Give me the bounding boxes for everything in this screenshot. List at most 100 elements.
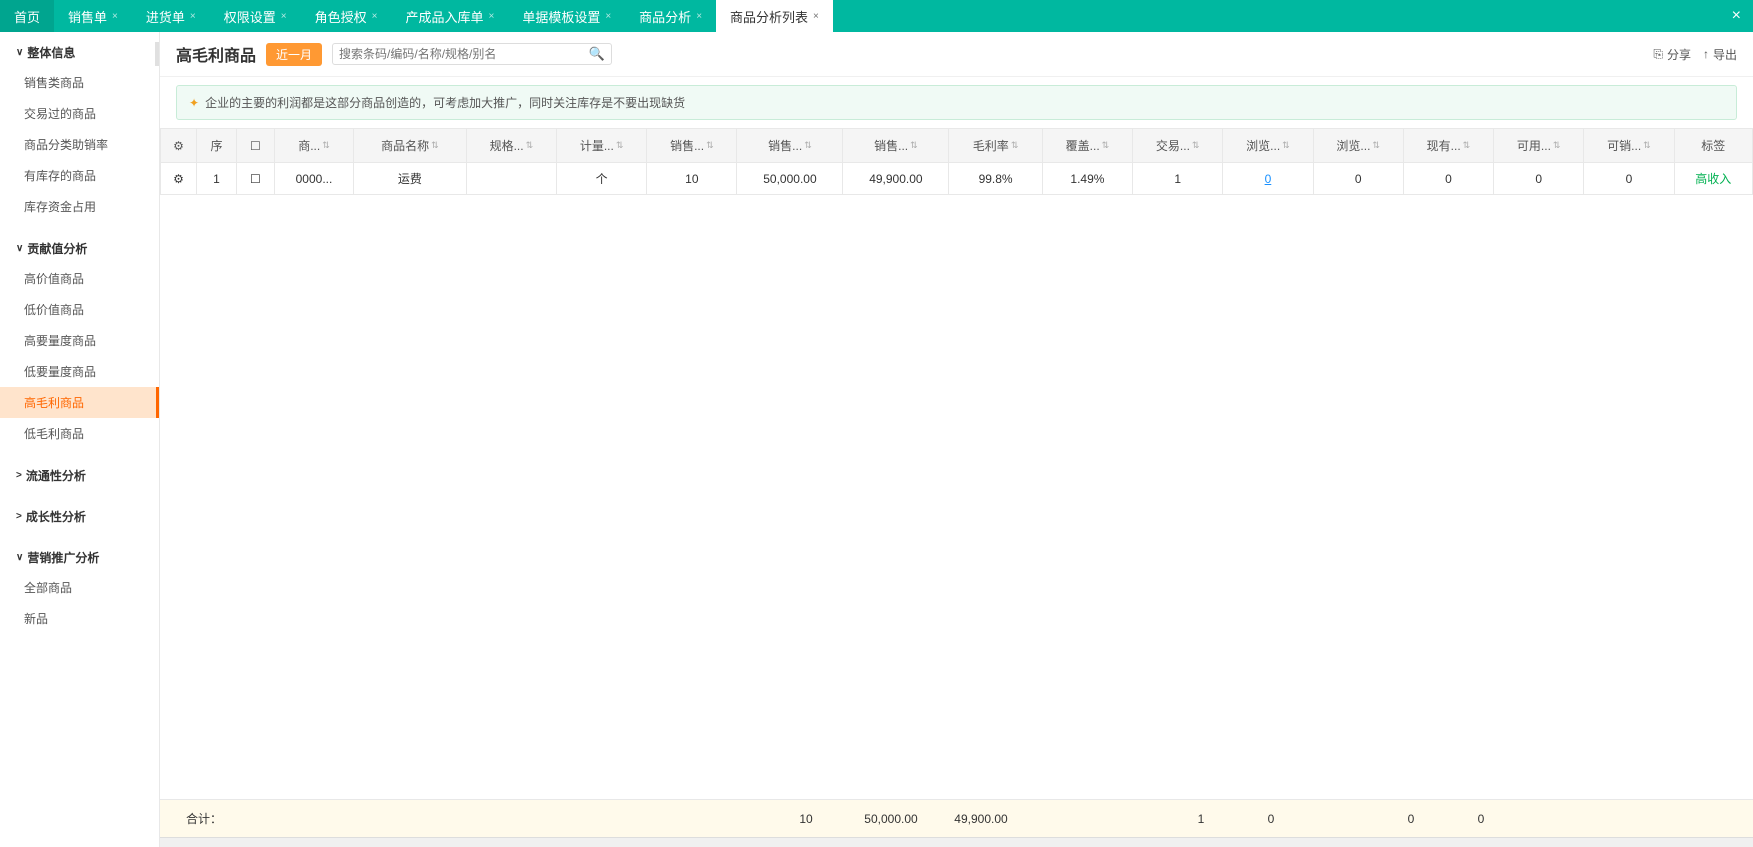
header-actions: ⎘ 分享 ↑ 导出 [1653, 46, 1737, 63]
sidebar-item-新品[interactable]: 新品 [0, 603, 159, 634]
nav-item-角色授权[interactable]: 角色授权× [301, 0, 392, 32]
nav-item-单据模板设置[interactable]: 单据模板设置× [508, 0, 625, 32]
checkbox: ☐ [236, 163, 274, 195]
footer-cell-3 [526, 812, 646, 826]
nav-item-首页[interactable]: 首页 [0, 0, 54, 32]
footer-cell-10 [1096, 812, 1166, 826]
name: 运费 [354, 163, 467, 195]
sidebar-group-header[interactable]: >成长性分析 [0, 502, 159, 531]
unit: 个 [556, 163, 646, 195]
footer-cell-0 [396, 812, 436, 826]
sidebar-item-全部商品[interactable]: 全部商品 [0, 572, 159, 603]
sidebar-item-库存资金占用[interactable]: 库存资金占用 [0, 191, 159, 222]
sidebar-item-高毛利商品[interactable]: 高毛利商品 [0, 387, 159, 418]
nav-close-icon[interactable]: × [190, 11, 196, 22]
col-header-6[interactable]: 销售...⇅ [647, 129, 737, 163]
nav-item-销售单[interactable]: 销售单× [54, 0, 132, 32]
seq: 1 [197, 163, 237, 195]
tag: 高收入 [1674, 163, 1752, 195]
nav-item-商品分析[interactable]: 商品分析× [625, 0, 716, 32]
col-settings[interactable]: ⚙ [161, 129, 197, 163]
sidebar-collapse-button[interactable]: « [155, 42, 160, 66]
col-header-12[interactable]: 浏览...⇅ [1223, 129, 1313, 163]
col-header-16[interactable]: 可销...⇅ [1584, 129, 1674, 163]
footer-cell-5 [706, 812, 766, 826]
nav-close-icon[interactable]: × [488, 11, 494, 22]
sidebar-group-header[interactable]: ∨贡献值分析 [0, 234, 159, 263]
sidebar-item-高要量度商品[interactable]: 高要量度商品 [0, 325, 159, 356]
sidebar-group-header[interactable]: ∨整体信息 [0, 38, 159, 67]
sidebar-group-header[interactable]: ∨营销推广分析 [0, 543, 159, 572]
sort-icon: ⇅ [1372, 140, 1380, 151]
sidebar-group-header[interactable]: >流通性分析 [0, 461, 159, 490]
share-label: 分享 [1667, 46, 1691, 63]
arrow-icon: > [16, 511, 22, 522]
col-header-4[interactable]: 规格...⇅ [466, 129, 556, 163]
share-icon: ⎘ [1653, 47, 1663, 62]
nav-close-icon[interactable]: × [281, 11, 287, 22]
sidebar-group-成长性分析: >成长性分析 [0, 496, 159, 537]
footer-cell-11: 1 [1166, 812, 1236, 826]
search-input[interactable] [339, 47, 589, 61]
sidebar-item-有库存的商品[interactable]: 有库存的商品 [0, 160, 159, 191]
footer-cell-1 [436, 812, 466, 826]
col-header-9[interactable]: 毛利率⇅ [949, 129, 1042, 163]
col-header-13[interactable]: 浏览...⇅ [1313, 129, 1403, 163]
col-header-8[interactable]: 销售...⇅ [843, 129, 949, 163]
sidebar-group-贡献值分析: ∨贡献值分析高价值商品低价值商品高要量度商品低要量度商品高毛利商品低毛利商品 [0, 228, 159, 455]
info-icon: ✦ [189, 96, 199, 110]
col-header-1: ☐ [236, 129, 274, 163]
nav-close-icon[interactable]: × [112, 11, 118, 22]
stock2: 0 [1494, 163, 1584, 195]
export-button[interactable]: ↑ 导出 [1703, 46, 1737, 63]
close-all-button[interactable]: × [1720, 0, 1753, 32]
table-container[interactable]: ⚙序☐商...⇅商品名称⇅规格...⇅计量...⇅销售...⇅销售...⇅销售.… [160, 128, 1753, 799]
col-header-15[interactable]: 可用...⇅ [1494, 129, 1584, 163]
sidebar-group-整体信息: ∨整体信息销售类商品交易过的商品商品分类助销率有库存的商品库存资金占用 [0, 32, 159, 228]
browse1[interactable]: 0 [1223, 163, 1313, 195]
col-header-2[interactable]: 商...⇅ [274, 129, 353, 163]
stock1: 0 [1403, 163, 1493, 195]
data-table: ⚙序☐商...⇅商品名称⇅规格...⇅计量...⇅销售...⇅销售...⇅销售.… [160, 128, 1753, 195]
footer-cell-2 [466, 812, 526, 826]
sidebar-item-低毛利商品[interactable]: 低毛利商品 [0, 418, 159, 449]
col-header-10[interactable]: 覆盖...⇅ [1042, 129, 1132, 163]
spec [466, 163, 556, 195]
row-settings[interactable]: ⚙ [161, 163, 197, 195]
footer-cell-7: 50,000.00 [846, 812, 936, 826]
footer-cell-15: 0 [1446, 812, 1516, 826]
col-header-5[interactable]: 计量...⇅ [556, 129, 646, 163]
trade: 1 [1133, 163, 1223, 195]
nav-close-icon[interactable]: × [696, 11, 702, 22]
sidebar-item-低价值商品[interactable]: 低价值商品 [0, 294, 159, 325]
nav-close-icon[interactable]: × [372, 11, 378, 22]
info-text: 企业的主要的利润都是这部分商品创造的，可考虑加大推广，同时关注库存是不要出现缺货 [205, 94, 685, 111]
sidebar-item-商品分类助销率[interactable]: 商品分类助销率 [0, 129, 159, 160]
sidebar-item-高价值商品[interactable]: 高价值商品 [0, 263, 159, 294]
col-header-7[interactable]: 销售...⇅ [737, 129, 843, 163]
sidebar-item-交易过的商品[interactable]: 交易过的商品 [0, 98, 159, 129]
col-header-14[interactable]: 现有...⇅ [1403, 129, 1493, 163]
nav-item-产成品入库单[interactable]: 产成品入库单× [391, 0, 508, 32]
gross-rate: 99.8% [949, 163, 1042, 195]
nav-item-权限设置[interactable]: 权限设置× [210, 0, 301, 32]
nav-item-进货单[interactable]: 进货单× [132, 0, 210, 32]
col-header-3[interactable]: 商品名称⇅ [354, 129, 467, 163]
sort-icon: ⇅ [1463, 140, 1471, 151]
search-icon[interactable]: 🔍 [589, 46, 605, 62]
arrow-icon: > [16, 470, 22, 481]
bottom-scrollbar[interactable] [160, 837, 1753, 847]
nav-item-商品分析列表[interactable]: 商品分析列表× [716, 0, 833, 32]
code: 0000... [274, 163, 353, 195]
sidebar-item-低要量度商品[interactable]: 低要量度商品 [0, 356, 159, 387]
sidebar-item-销售类商品[interactable]: 销售类商品 [0, 67, 159, 98]
filter-recent-month-button[interactable]: 近一月 [266, 43, 322, 66]
nav-close-icon[interactable]: × [813, 11, 819, 22]
share-button[interactable]: ⎘ 分享 [1653, 46, 1691, 63]
nav-close-icon[interactable]: × [605, 11, 611, 22]
col-header-11[interactable]: 交易...⇅ [1133, 129, 1223, 163]
row-settings-icon[interactable]: ⚙ [173, 172, 184, 186]
footer-cell-9 [1026, 812, 1096, 826]
table-row: ⚙1☐0000...运费个1050,000.0049,900.0099.8%1.… [161, 163, 1753, 195]
sort-icon: ⇅ [910, 140, 918, 151]
